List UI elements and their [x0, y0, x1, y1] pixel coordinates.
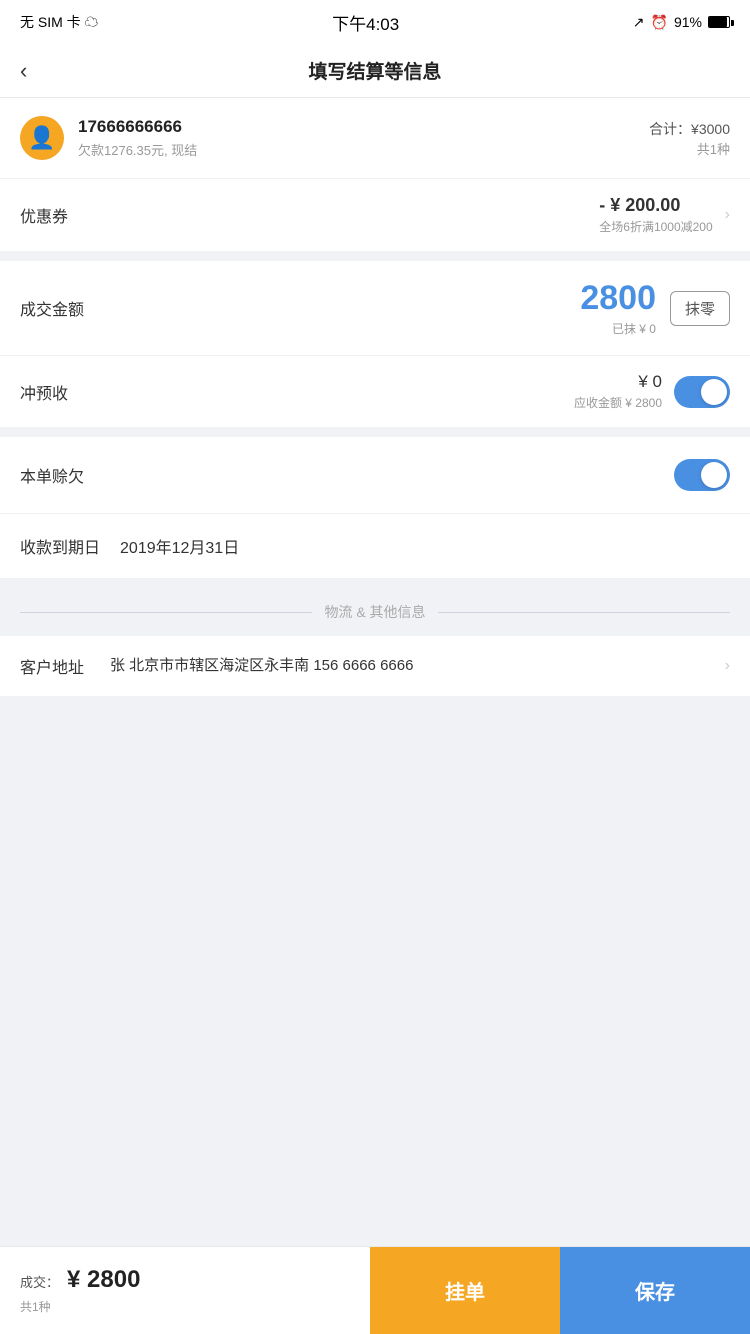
prepay-amount: ¥ 0: [574, 372, 662, 392]
bottom-bar: 成交： ¥ 2800 共1种 挂单 保存: [0, 1246, 750, 1334]
total-label: 合计：¥3000: [649, 119, 730, 139]
debt-label: 本单赊欠: [20, 463, 84, 487]
battery-text: 91%: [674, 14, 702, 30]
customer-right: 合计：¥3000 共1种: [649, 119, 730, 158]
address-label: 客户地址: [20, 654, 100, 678]
coupon-desc: 全场6折满1000减200: [599, 218, 712, 235]
bottom-summary: 成交： ¥ 2800 共1种: [0, 1266, 370, 1315]
status-left: 无 SIM 卡 ☁: [20, 12, 99, 32]
coupon-row[interactable]: 优惠券 - ¥ 200.00 全场6折满1000减200 ›: [0, 178, 750, 251]
due-date-row: 收款到期日 2019年12月31日: [0, 513, 750, 578]
debt-row: 本单赊欠: [0, 437, 750, 513]
prepay-toggle[interactable]: [674, 376, 730, 408]
back-button[interactable]: ‹: [20, 58, 27, 84]
bottom-deal-label: 成交：: [20, 1272, 59, 1291]
customer-card: 👤 17666666666 欠款1276.35元, 现结 合计：¥3000 共1…: [0, 98, 750, 251]
deal-label: 成交金额: [20, 296, 84, 320]
status-bar: 无 SIM 卡 ☁ 下午4:03 ↗ ⏰ 91%: [0, 0, 750, 44]
customer-row: 👤 17666666666 欠款1276.35元, 现结 合计：¥3000 共1…: [0, 98, 750, 178]
prepay-sub: 应收金额 ¥ 2800: [574, 394, 662, 411]
alarm-icon: ⏰: [651, 14, 668, 31]
nav-bar: ‹ 填写结算等信息: [0, 44, 750, 98]
prepay-right: ¥ 0 应收金额 ¥ 2800: [574, 372, 730, 411]
battery-icon: [708, 16, 730, 28]
total-count: 共1种: [649, 139, 730, 158]
due-date-value: 2019年12月31日: [120, 534, 239, 558]
address-value: 张 北京市市辖区海淀区永丰南 156 6666 6666: [110, 655, 711, 678]
debt-section: 本单赊欠 收款到期日 2019年12月31日: [0, 437, 750, 578]
avatar-icon: 👤: [28, 125, 55, 151]
prepay-amount-block: ¥ 0 应收金额 ¥ 2800: [574, 372, 662, 411]
customer-info: 17666666666 欠款1276.35元, 现结: [78, 117, 197, 159]
sep-line-right: [438, 612, 730, 613]
deal-amount: 2800: [580, 279, 656, 318]
customer-left: 👤 17666666666 欠款1276.35元, 现结: [20, 116, 197, 160]
content: 👤 17666666666 欠款1276.35元, 现结 合计：¥3000 共1…: [0, 98, 750, 796]
address-row[interactable]: 客户地址 张 北京市市辖区海淀区永丰南 156 6666 6666 ›: [0, 636, 750, 696]
bottom-count: 共1种: [20, 1298, 350, 1315]
debt-toggle[interactable]: [674, 459, 730, 491]
avatar: 👤: [20, 116, 64, 160]
hold-button[interactable]: 挂单: [370, 1247, 560, 1334]
logistics-text: 物流 & 其他信息: [324, 602, 425, 622]
round-button[interactable]: 抹零: [670, 291, 730, 326]
no-sim-text: 无 SIM 卡 ☁: [20, 12, 99, 32]
save-button[interactable]: 保存: [560, 1247, 750, 1334]
address-section: 客户地址 张 北京市市辖区海淀区永丰南 156 6666 6666 ›: [0, 636, 750, 696]
status-time: 下午4:03: [332, 10, 399, 35]
deal-section: 成交金额 2800 已抹 ¥ 0 抹零 冲预收 ¥ 0 应收金额 ¥ 2800: [0, 261, 750, 427]
bottom-deal-row: 成交： ¥ 2800: [20, 1266, 350, 1294]
location-icon: ↗: [633, 14, 645, 31]
coupon-label: 优惠券: [20, 203, 68, 227]
customer-phone: 17666666666: [78, 117, 197, 137]
logistics-separator: 物流 & 其他信息: [0, 588, 750, 636]
prepay-label: 冲预收: [20, 380, 68, 404]
status-right: ↗ ⏰ 91%: [633, 14, 730, 31]
page-title: 填写结算等信息: [308, 57, 441, 84]
bottom-actions: 挂单 保存: [370, 1247, 750, 1334]
sep-line-left: [20, 612, 312, 613]
deal-row: 成交金额 2800 已抹 ¥ 0 抹零: [0, 261, 750, 356]
address-chevron-icon: ›: [725, 657, 730, 675]
customer-debt: 欠款1276.35元, 现结: [78, 140, 197, 159]
coupon-right: - ¥ 200.00 全场6折满1000减200 ›: [599, 195, 730, 235]
due-date-label: 收款到期日: [20, 534, 100, 558]
chevron-right-icon: ›: [725, 206, 730, 224]
deal-right: 2800 已抹 ¥ 0 抹零: [580, 279, 730, 337]
coupon-discount: - ¥ 200.00: [599, 195, 712, 216]
deal-sub: 已抹 ¥ 0: [580, 320, 656, 337]
prepay-row: 冲预收 ¥ 0 应收金额 ¥ 2800: [0, 356, 750, 427]
bottom-deal-amount: ¥ 2800: [67, 1266, 140, 1294]
